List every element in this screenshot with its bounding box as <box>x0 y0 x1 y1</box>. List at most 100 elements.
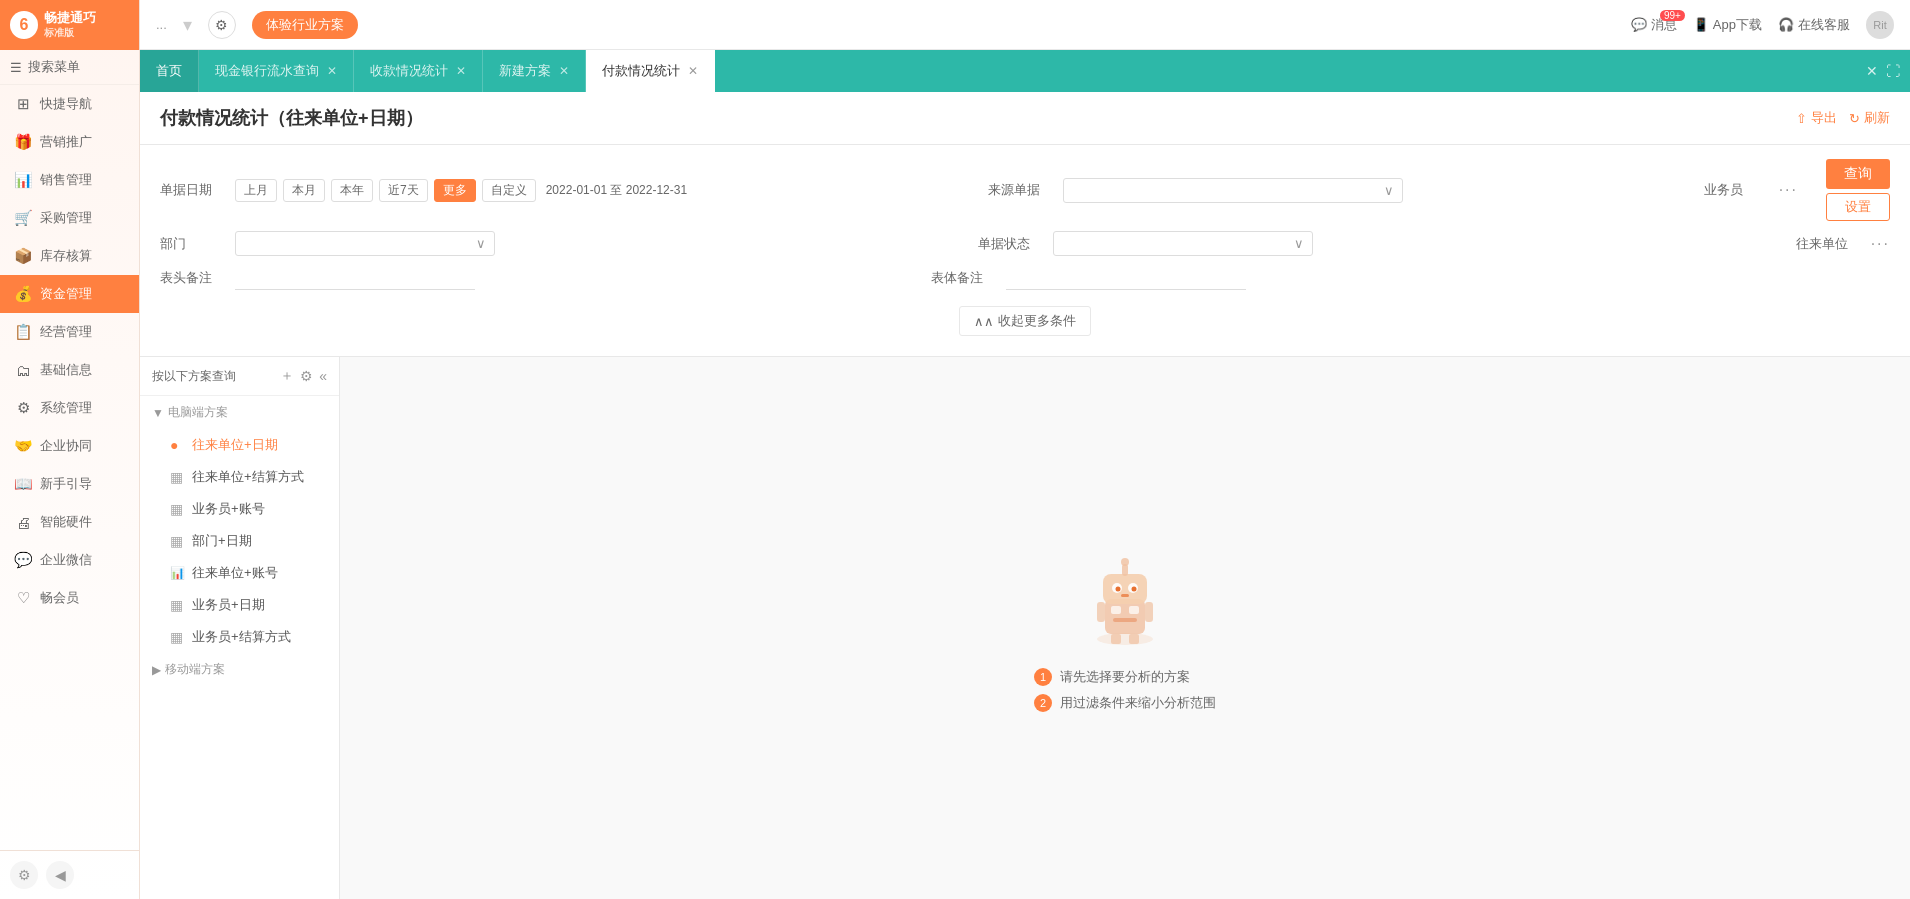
search-menu[interactable]: ☰ 搜索菜单 <box>0 50 139 85</box>
sidebar-item-label: 新手引导 <box>40 475 92 493</box>
sidebar-item-label: 营销推广 <box>40 133 92 151</box>
date-btn-7days[interactable]: 近7天 <box>379 179 428 202</box>
right-content: 1 请先选择要分析的方案 2 用过滤条件来缩小分析范围 <box>340 357 1910 899</box>
sidebar-item-system[interactable]: ⚙ 系统管理 <box>0 389 139 427</box>
plan-item-dept-date[interactable]: ▦ 部门+日期 <box>140 525 339 557</box>
sidebar-item-coop[interactable]: 🤝 企业协同 <box>0 427 139 465</box>
sidebar-item-basic[interactable]: 🗂 基础信息 <box>0 351 139 389</box>
sidebar-item-quick-nav[interactable]: ⊞ 快捷导航 <box>0 85 139 123</box>
sidebar-item-label: 经营管理 <box>40 323 92 341</box>
plan-item-icon-agent-account: ▦ <box>170 501 186 517</box>
sidebar-item-guide[interactable]: 📖 新手引导 <box>0 465 139 503</box>
body-note-input[interactable] <box>1006 266 1246 290</box>
plan-item-partner-settle[interactable]: ▦ 往来单位+结算方式 <box>140 461 339 493</box>
sidebar-item-sales[interactable]: 📊 销售管理 <box>0 161 139 199</box>
sidebar-item-operation[interactable]: 📋 经营管理 <box>0 313 139 351</box>
doc-status-select[interactable]: ∨ <box>1053 231 1313 256</box>
tab-new-plan[interactable]: 新建方案 ✕ <box>483 50 586 92</box>
header-note-input[interactable] <box>235 266 475 290</box>
page-header: 付款情况统计（往来单位+日期） ⇧ 导出 ↻ 刷新 <box>140 92 1910 145</box>
tab-payment-stats-close[interactable]: ✕ <box>688 64 698 78</box>
breadcrumb-arrow: ▾ <box>183 14 192 36</box>
sidebar-item-member[interactable]: ♡ 畅会员 <box>0 579 139 617</box>
sidebar-item-label: 系统管理 <box>40 399 92 417</box>
svg-rect-1 <box>1105 599 1145 634</box>
sidebar-item-wechat[interactable]: 💬 企业微信 <box>0 541 139 579</box>
tab-receipt-close[interactable]: ✕ <box>456 64 466 78</box>
tab-expand-btn[interactable]: ⛶ <box>1886 63 1900 79</box>
avatar[interactable]: Rit <box>1866 11 1894 39</box>
sidebar-item-label: 采购管理 <box>40 209 92 227</box>
top-header: ... ▾ ⚙ 体验行业方案 💬 消息 99+ 📱 App下载 🎧 在线客服 R… <box>140 0 1910 50</box>
plan-item-partner-date[interactable]: ● 往来单位+日期 <box>140 429 339 461</box>
partner-selector[interactable]: ··· <box>1871 235 1890 253</box>
filter-row-1: 单据日期 上月 本月 本年 近7天 更多 自定义 2022-01-01 至 20… <box>160 159 1890 221</box>
sidebar-item-label: 基础信息 <box>40 361 92 379</box>
quick-nav-icon: ⊞ <box>14 95 32 113</box>
purchase-icon: 🛒 <box>14 209 32 227</box>
left-panel-settings-icon[interactable]: ⚙ <box>300 368 313 384</box>
sidebar-item-label: 企业微信 <box>40 551 92 569</box>
message-btn[interactable]: 💬 消息 99+ <box>1631 16 1677 34</box>
left-panel-add-icon[interactable]: ＋ <box>280 367 294 385</box>
tab-bank[interactable]: 现金银行流水查询 ✕ <box>199 50 354 92</box>
sidebar: 6 畅捷通巧 标准版 ☰ 搜索菜单 ⊞ 快捷导航 🎁 营销推广 📊 销售管理 🛒… <box>0 0 140 899</box>
finance-icon: 💰 <box>14 285 32 303</box>
sidebar-bottom: ⚙ ◀ <box>0 850 139 899</box>
filter-row-2: 部门 ∨ 单据状态 ∨ 往来单位 ··· <box>160 231 1890 256</box>
app-download-btn[interactable]: 📱 App下载 <box>1693 16 1762 34</box>
wechat-icon: 💬 <box>14 551 32 569</box>
filter-row-3: 表头备注 表体备注 <box>160 266 1890 290</box>
sidebar-item-hardware[interactable]: 🖨 智能硬件 <box>0 503 139 541</box>
tip-text-2: 用过滤条件来缩小分析范围 <box>1060 694 1216 712</box>
filter-settings-btn[interactable]: 设置 <box>1826 193 1890 221</box>
desktop-section[interactable]: ▼ 电脑端方案 <box>140 396 339 429</box>
tab-receipt[interactable]: 收款情况统计 ✕ <box>354 50 483 92</box>
plan-item-agent-date[interactable]: ▦ 业务员+日期 <box>140 589 339 621</box>
sidebar-item-finance[interactable]: 💰 资金管理 <box>0 275 139 313</box>
page-actions: ⇧ 导出 ↻ 刷新 <box>1796 109 1890 127</box>
tab-home-label: 首页 <box>156 62 182 80</box>
dept-select[interactable]: ∨ <box>235 231 495 256</box>
left-panel-collapse-icon[interactable]: « <box>319 368 327 384</box>
query-btn[interactable]: 查询 <box>1826 159 1890 189</box>
collapse-btn[interactable]: ∧∧ 收起更多条件 <box>959 306 1091 336</box>
date-btn-this-month[interactable]: 本月 <box>283 179 325 202</box>
plan-item-partner-account[interactable]: 📊 往来单位+账号 <box>140 557 339 589</box>
date-btn-last-month[interactable]: 上月 <box>235 179 277 202</box>
refresh-btn[interactable]: ↻ 刷新 <box>1849 109 1890 127</box>
sidebar-item-marketing[interactable]: 🎁 营销推广 <box>0 123 139 161</box>
sidebar-item-inventory[interactable]: 📦 库存核算 <box>0 237 139 275</box>
mobile-section[interactable]: ▶ 移动端方案 <box>140 653 339 686</box>
tab-bank-close[interactable]: ✕ <box>327 64 337 78</box>
sidebar-item-label: 资金管理 <box>40 285 92 303</box>
date-btn-this-year[interactable]: 本年 <box>331 179 373 202</box>
header-settings-btn[interactable]: ⚙ <box>208 11 236 39</box>
trial-btn[interactable]: 体验行业方案 <box>252 11 358 39</box>
search-icon: ☰ <box>10 60 22 75</box>
tab-home[interactable]: 首页 <box>140 50 199 92</box>
date-btn-custom[interactable]: 自定义 <box>482 179 536 202</box>
tab-new-plan-close[interactable]: ✕ <box>559 64 569 78</box>
plan-item-label-agent-account: 业务员+账号 <box>192 500 265 518</box>
collapse-label: 收起更多条件 <box>998 312 1076 330</box>
agent-selector[interactable]: ··· <box>1779 181 1798 199</box>
sidebar-item-label: 销售管理 <box>40 171 92 189</box>
left-panel-header: 按以下方案查询 ＋ ⚙ « <box>140 357 339 396</box>
tab-close-all-btn[interactable]: ✕ <box>1866 63 1878 79</box>
plan-item-agent-account[interactable]: ▦ 业务员+账号 <box>140 493 339 525</box>
tab-payment-stats[interactable]: 付款情况统计 ✕ <box>586 50 715 92</box>
sidebar-item-purchase[interactable]: 🛒 采购管理 <box>0 199 139 237</box>
plan-item-agent-settle[interactable]: ▦ 业务员+结算方式 <box>140 621 339 653</box>
service-btn[interactable]: 🎧 在线客服 <box>1778 16 1850 34</box>
export-btn[interactable]: ⇧ 导出 <box>1796 109 1837 127</box>
app-icon: 📱 <box>1693 17 1709 32</box>
logo-sub: 标准版 <box>44 26 96 40</box>
settings-bottom-icon[interactable]: ⚙ <box>10 861 38 889</box>
source-select[interactable]: ∨ <box>1063 178 1403 203</box>
collapse-sidebar-btn[interactable]: ◀ <box>46 861 74 889</box>
member-icon: ♡ <box>14 589 32 607</box>
desktop-section-arrow: ▼ <box>152 406 164 420</box>
date-btn-more[interactable]: 更多 <box>434 179 476 202</box>
page-title: 付款情况统计（往来单位+日期） <box>160 106 423 130</box>
